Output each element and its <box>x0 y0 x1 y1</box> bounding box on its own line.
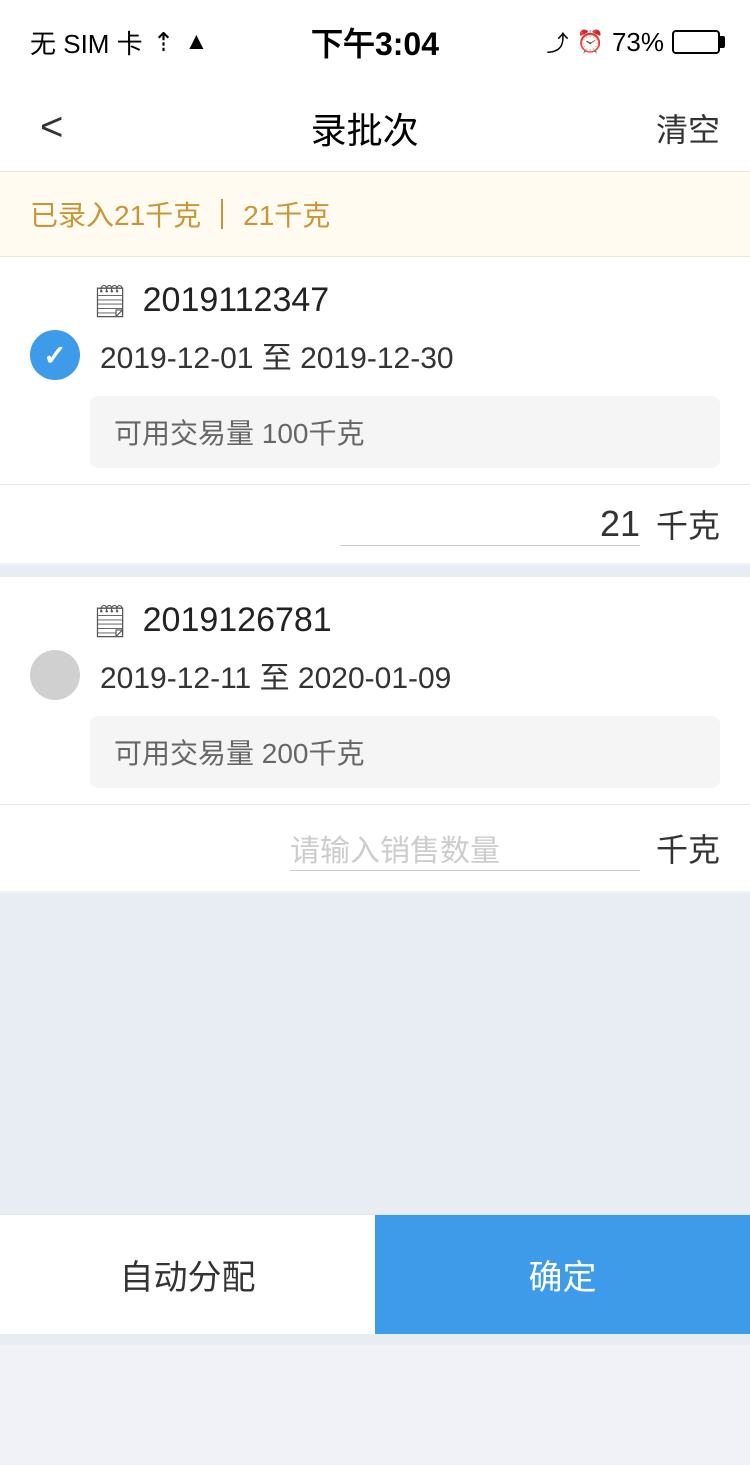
signal-wifi: ▲ <box>184 28 208 56</box>
batch1-input-row: 21 千克 <box>0 484 750 563</box>
batch1-input-underline: 21 <box>340 503 640 546</box>
nav-bar: < 录批次 清空 <box>0 84 750 172</box>
confirm-button[interactable]: 确定 <box>375 1215 750 1334</box>
back-button[interactable]: < <box>30 95 73 160</box>
battery-percent: 73% <box>612 27 664 58</box>
summary-label: 已录入21千克 <box>30 194 201 234</box>
separator-1 <box>0 565 750 577</box>
summary-value: 21千克 <box>243 194 330 234</box>
batch2-unit: 千克 <box>656 825 720 871</box>
batch2-placeholder: 请输入销售数量 <box>290 835 500 868</box>
batch-item-2: 🗒 2019126781 2019-12-11 至 2020-01-09 可用交… <box>0 577 750 891</box>
batch1-available: 可用交易量 100千克 <box>90 396 720 468</box>
batch1-unit: 千克 <box>656 501 720 547</box>
clear-button[interactable]: 清空 <box>656 105 720 151</box>
batch2-doc-icon: 🗒 <box>90 602 131 640</box>
batch2-date-row[interactable]: 2019-12-11 至 2020-01-09 <box>30 650 720 700</box>
batch1-date: 2019-12-01 至 2019-12-30 <box>100 333 454 377</box>
battery-icon <box>672 30 720 54</box>
status-bar-right: ⤴ ⏰ 73% <box>547 26 720 58</box>
batch1-checkbox[interactable]: ✓ <box>30 330 80 380</box>
status-bar: 无 SIM 卡 ⇡ ▲ 下午3:04 ⤴ ⏰ 73% <box>0 0 750 84</box>
status-bar-time: 下午3:04 <box>311 26 439 62</box>
batch2-input-row[interactable]: 请输入销售数量 千克 <box>0 804 750 891</box>
bottom-bar: 自动分配 确定 <box>0 1214 750 1334</box>
batch1-date-row[interactable]: ✓ 2019-12-01 至 2019-12-30 <box>30 330 720 380</box>
batch1-quantity[interactable]: 21 <box>560 503 640 545</box>
batch1-number-row: 🗒 2019112347 <box>30 281 720 320</box>
page-title: 录批次 <box>311 102 419 154</box>
summary-banner: 已录入21千克 21千克 <box>0 172 750 257</box>
separator-2 <box>0 893 750 905</box>
batch2-number: 2019126781 <box>143 601 332 640</box>
alarm-icon: ⏰ <box>577 29 604 55</box>
carrier-text: 无 SIM 卡 <box>30 24 143 61</box>
status-bar-left: 无 SIM 卡 ⇡ ▲ <box>30 24 208 61</box>
auto-distribute-button[interactable]: 自动分配 <box>0 1215 375 1334</box>
batch1-number: 2019112347 <box>143 281 330 320</box>
checkmark-icon: ✓ <box>43 339 66 372</box>
location-icon: ⤴ <box>547 26 569 58</box>
batch2-date: 2019-12-11 至 2020-01-09 <box>100 653 451 697</box>
batch1-doc-icon: 🗒 <box>90 282 131 320</box>
batch2-input-underline[interactable]: 请输入销售数量 <box>290 826 640 871</box>
batch2-available: 可用交易量 200千克 <box>90 716 720 788</box>
batch2-number-row: 🗒 2019126781 <box>30 601 720 640</box>
summary-divider <box>221 199 223 229</box>
batch-item-1: 🗒 2019112347 ✓ 2019-12-01 至 2019-12-30 可… <box>0 257 750 563</box>
batch2-checkbox[interactable] <box>30 650 80 700</box>
wifi-icon: ⇡ <box>153 27 175 58</box>
